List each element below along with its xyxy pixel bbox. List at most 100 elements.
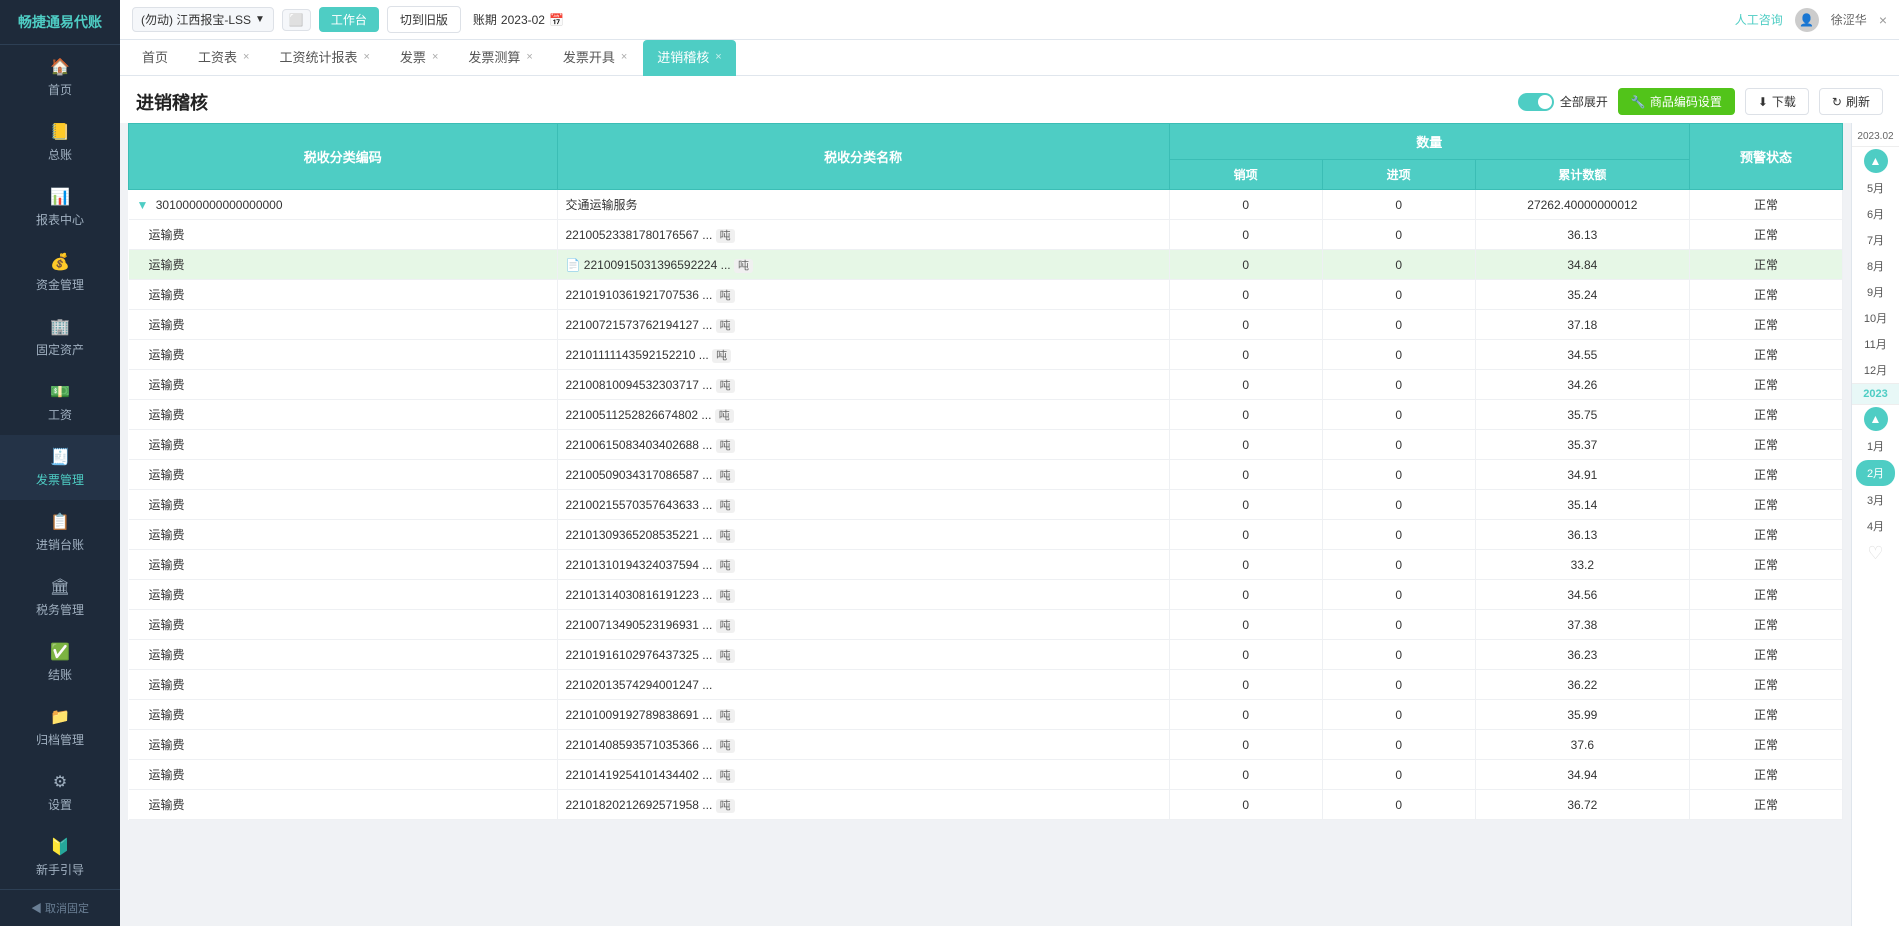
- cell-input: 0: [1322, 520, 1475, 550]
- settlement-icon: ✅: [50, 642, 70, 662]
- sidebar-item-home[interactable]: 🏠 首页: [0, 45, 120, 110]
- expand-arrow[interactable]: ▼: [137, 198, 149, 212]
- cell-status: 正常: [1689, 400, 1842, 430]
- salary-icon: 💵: [50, 382, 70, 402]
- cal-month-8[interactable]: 8月: [1852, 253, 1899, 279]
- tab-invoice-open[interactable]: 发票开具 ×: [549, 40, 641, 76]
- tab-invoice-close[interactable]: ×: [432, 51, 438, 63]
- sidebar-item-ledger[interactable]: 📒 总账: [0, 110, 120, 175]
- cal-up-button[interactable]: ▲: [1864, 149, 1888, 173]
- cell-invoice-no: 22101314030816191223 ... 吨: [557, 580, 1169, 610]
- table-row: ▼ 3010000000000000000 交通运输服务 0 0 27262.4…: [129, 190, 1843, 220]
- tab-reconcile[interactable]: 进销稽核 ×: [643, 40, 735, 76]
- cal-month-9[interactable]: 9月: [1852, 279, 1899, 305]
- cal-month-7[interactable]: 7月: [1852, 227, 1899, 253]
- sidebar-item-assets[interactable]: 🏢 固定资产: [0, 305, 120, 370]
- sidebar-item-report[interactable]: 📊 报表中心: [0, 175, 120, 240]
- topbar-close-button[interactable]: ×: [1879, 12, 1887, 28]
- sidebar-item-label: 新手引导: [36, 861, 84, 878]
- tab-invoice[interactable]: 发票 ×: [386, 40, 452, 76]
- tab-salary-stats[interactable]: 工资统计报表 ×: [265, 40, 383, 76]
- sidebar-item-settlement[interactable]: ✅ 结账: [0, 630, 120, 695]
- table-row: 运输费 22100509034317086587 ... 吨 0 0 34.91…: [129, 460, 1843, 490]
- cal-month-2-active[interactable]: 2月: [1856, 460, 1895, 486]
- tab-reconcile-label: 进销稽核: [657, 47, 709, 66]
- sidebar-item-guide[interactable]: 🔰 新手引导: [0, 825, 120, 889]
- table-row: 运输费 22100721573762194127 ... 吨 0 0 37.18…: [129, 310, 1843, 340]
- company-selector[interactable]: (勿动) 江西报宝-LSS ▼: [132, 7, 274, 32]
- download-icon: ⬇: [1758, 95, 1768, 109]
- expand-toggle-label: 全部展开: [1560, 93, 1608, 110]
- calendar-icon[interactable]: 📅: [549, 13, 564, 27]
- cell-input: 0: [1322, 400, 1475, 430]
- sidebar-item-salary[interactable]: 💵 工资: [0, 370, 120, 435]
- cal-month-10[interactable]: 10月: [1852, 305, 1899, 331]
- switch-old-button[interactable]: 切到旧版: [387, 6, 461, 33]
- sidebar-item-invoice-mgmt[interactable]: 🧾 发票管理: [0, 435, 120, 500]
- cell-cumulative: 34.26: [1475, 370, 1689, 400]
- cell-invoice-no: 22101910361921707536 ... 吨: [557, 280, 1169, 310]
- workspace-button[interactable]: 工作台: [319, 7, 379, 32]
- tab-reconcile-close[interactable]: ×: [715, 51, 721, 63]
- tab-invoice-calc[interactable]: 发票测算 ×: [454, 40, 546, 76]
- cal-month-11[interactable]: 11月: [1852, 331, 1899, 357]
- copy-company-button[interactable]: ⬜: [282, 9, 311, 31]
- sidebar-item-settings[interactable]: ⚙ 设置: [0, 760, 120, 825]
- sidebar-item-tax-mgmt[interactable]: 🏛 税务管理: [0, 565, 120, 630]
- cell-sales: 0: [1169, 760, 1322, 790]
- table-row: 运输费 22101916102976437325 ... 吨 0 0 36.23…: [129, 640, 1843, 670]
- col-tax-name-header: 税收分类名称: [557, 124, 1169, 190]
- cell-status: 正常: [1689, 250, 1842, 280]
- invoice-number: 22100915031396592224 ...: [584, 258, 731, 272]
- cal-down-button[interactable]: ▲: [1864, 407, 1888, 431]
- assets-icon: 🏢: [50, 317, 70, 337]
- topbar: (勿动) 江西报宝-LSS ▼ ⬜ 工作台 切到旧版 账期 2023-02 📅 …: [120, 0, 1899, 40]
- cell-invoice-no: 22100721573762194127 ... 吨: [557, 310, 1169, 340]
- sidebar-item-label: 进销台账: [36, 536, 84, 553]
- tab-salary-close[interactable]: ×: [243, 51, 249, 63]
- cal-month-6[interactable]: 6月: [1852, 201, 1899, 227]
- cell-tax-name: 交通运输服务: [557, 190, 1169, 220]
- cell-cumulative: 34.91: [1475, 460, 1689, 490]
- support-link[interactable]: 人工咨询: [1735, 11, 1783, 28]
- col-tax-code-header: 税收分类编码: [129, 124, 558, 190]
- cell-sales: 0: [1169, 370, 1322, 400]
- refresh-button[interactable]: ↻ 刷新: [1819, 88, 1883, 115]
- tab-invoice-calc-close[interactable]: ×: [526, 51, 532, 63]
- cell-tax-name: 运输费: [129, 700, 558, 730]
- cell-sales: 0: [1169, 700, 1322, 730]
- table-row: 运输费 22100713490523196931 ... 吨 0 0 37.38…: [129, 610, 1843, 640]
- tab-salary[interactable]: 工资表 ×: [184, 40, 263, 76]
- cal-month-1[interactable]: 1月: [1852, 433, 1899, 459]
- product-code-settings-button[interactable]: 🔧 商品编码设置: [1618, 88, 1735, 115]
- tab-invoice-open-close[interactable]: ×: [621, 51, 627, 63]
- cell-status: 正常: [1689, 610, 1842, 640]
- sidebar-item-archive[interactable]: 📁 归档管理: [0, 695, 120, 760]
- sidebar-unpin[interactable]: ◀ 取消固定: [0, 889, 120, 926]
- cell-tax-name: 运输费: [129, 610, 558, 640]
- cal-month-5[interactable]: 5月: [1852, 175, 1899, 201]
- cell-tax-name: 运输费: [129, 460, 558, 490]
- invoice-mgmt-icon: 🧾: [50, 447, 70, 467]
- download-button[interactable]: ⬇ 下载: [1745, 88, 1809, 115]
- cell-cumulative: 35.14: [1475, 490, 1689, 520]
- sidebar-item-purchase-sales[interactable]: 📋 进销台账: [0, 500, 120, 565]
- cell-status: 正常: [1689, 640, 1842, 670]
- cell-sales: 0: [1169, 310, 1322, 340]
- file-icon[interactable]: 📄: [566, 258, 581, 272]
- calendar-panel: 2023.02 ▲ 5月 6月 7月 8月 9月 10月 11月 12月 202…: [1851, 123, 1899, 926]
- tab-home[interactable]: 首页: [128, 40, 182, 76]
- cal-month-3[interactable]: 3月: [1852, 487, 1899, 513]
- cal-month-4[interactable]: 4月: [1852, 513, 1899, 539]
- sidebar-item-label: 首页: [48, 81, 72, 98]
- page-content: 进销稽核 全部展开 🔧 商品编码设置 ⬇ 下载 ↻ 刷新: [120, 76, 1899, 926]
- cell-tax-name: 运输费: [129, 520, 558, 550]
- cal-month-12[interactable]: 12月: [1852, 357, 1899, 383]
- sidebar-item-capital[interactable]: 💰 资金管理: [0, 240, 120, 305]
- cell-invoice-no: 22101111143592152210 ... 吨: [557, 340, 1169, 370]
- tab-salary-stats-close[interactable]: ×: [363, 51, 369, 63]
- unit-tag: 吨: [716, 289, 735, 303]
- expand-toggle[interactable]: [1518, 93, 1554, 111]
- cell-input: 0: [1322, 550, 1475, 580]
- cell-status: 正常: [1689, 760, 1842, 790]
